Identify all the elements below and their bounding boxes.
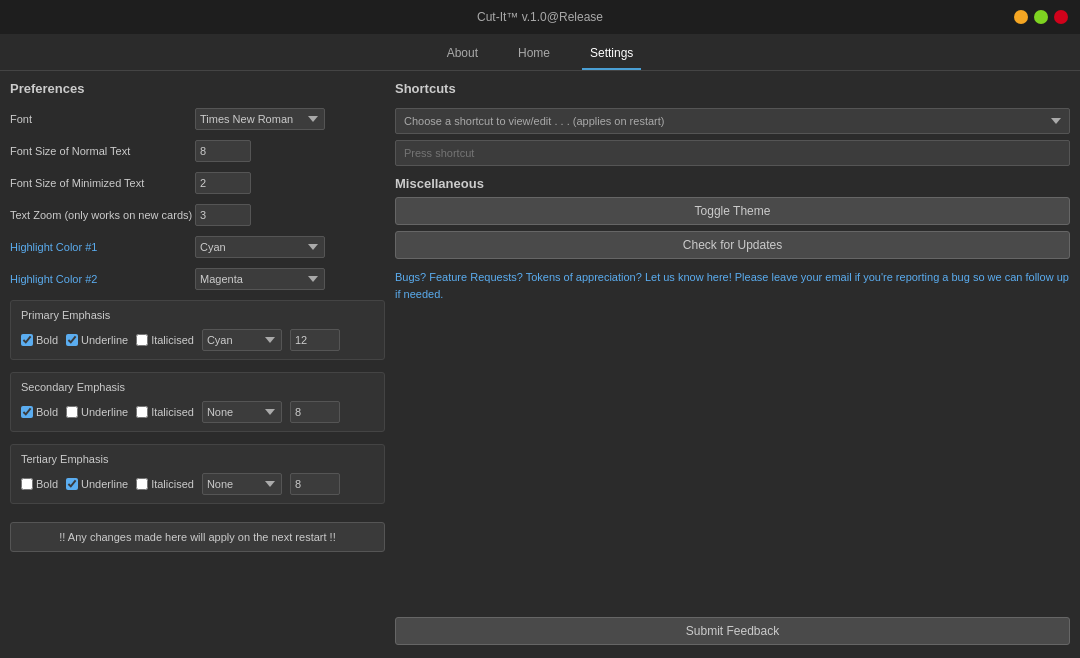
highlight-color-1-row: Highlight Color #1 Cyan Magenta Yellow R…	[10, 236, 385, 258]
primary-underline-label[interactable]: Underline	[66, 334, 128, 346]
secondary-bold-checkbox[interactable]	[21, 406, 33, 418]
text-zoom-label: Text Zoom (only works on new cards)	[10, 209, 195, 221]
highlight-color-1-label: Highlight Color #1	[10, 241, 195, 253]
tertiary-bold-checkbox[interactable]	[21, 478, 33, 490]
tertiary-size-input[interactable]	[290, 473, 340, 495]
tertiary-emphasis-title: Tertiary Emphasis	[21, 453, 374, 465]
tertiary-italicised-label[interactable]: Italicised	[136, 478, 194, 490]
shortcuts-title: Shortcuts	[395, 81, 1070, 96]
tab-about[interactable]: About	[439, 42, 486, 70]
secondary-size-input[interactable]	[290, 401, 340, 423]
highlight-color-2-label: Highlight Color #2	[10, 273, 195, 285]
close-button[interactable]	[1054, 10, 1068, 24]
tab-home[interactable]: Home	[510, 42, 558, 70]
navbar: About Home Settings	[0, 34, 1080, 71]
font-row: Font Times New Roman Arial Courier New G…	[10, 108, 385, 130]
font-size-normal-spinner	[195, 140, 251, 162]
feedback-text: Bugs? Feature Requests? Tokens of apprec…	[395, 265, 1070, 611]
secondary-emphasis-row: Bold Underline Italicised None Cyan Mage…	[21, 401, 374, 423]
text-zoom-row: Text Zoom (only works on new cards)	[10, 204, 385, 226]
primary-underline-checkbox[interactable]	[66, 334, 78, 346]
misc-title: Miscellaneous	[395, 176, 1070, 191]
secondary-emphasis-section: Secondary Emphasis Bold Underline Italic…	[10, 372, 385, 432]
font-label: Font	[10, 113, 195, 125]
primary-emphasis-title: Primary Emphasis	[21, 309, 374, 321]
highlight-color-2-select[interactable]: Cyan Magenta Yellow Red Green Blue None	[195, 268, 325, 290]
shortcut-select[interactable]: Choose a shortcut to view/edit . . . (ap…	[395, 108, 1070, 134]
secondary-bold-label[interactable]: Bold	[21, 406, 58, 418]
tertiary-emphasis-row: Bold Underline Italicised None Cyan Mage…	[21, 473, 374, 495]
preferences-panel: Preferences Font Times New Roman Arial C…	[10, 81, 385, 645]
app-title: Cut-It™ v.1.0@Release	[477, 10, 603, 24]
primary-italicised-label[interactable]: Italicised	[136, 334, 194, 346]
titlebar: Cut-It™ v.1.0@Release	[0, 0, 1080, 34]
restart-notice: !! Any changes made here will apply on t…	[10, 522, 385, 552]
tertiary-bold-label[interactable]: Bold	[21, 478, 58, 490]
check-updates-button[interactable]: Check for Updates	[395, 231, 1070, 259]
highlight-color-2-row: Highlight Color #2 Cyan Magenta Yellow R…	[10, 268, 385, 290]
secondary-underline-label[interactable]: Underline	[66, 406, 128, 418]
window-controls	[1014, 10, 1068, 24]
secondary-italicised-label[interactable]: Italicised	[136, 406, 194, 418]
maximize-button[interactable]	[1034, 10, 1048, 24]
font-size-minimized-spinner	[195, 172, 251, 194]
secondary-color-select[interactable]: None Cyan Magenta	[202, 401, 282, 423]
preferences-title: Preferences	[10, 81, 385, 96]
secondary-italicised-checkbox[interactable]	[136, 406, 148, 418]
secondary-underline-checkbox[interactable]	[66, 406, 78, 418]
font-size-minimized-label: Font Size of Minimized Text	[10, 177, 195, 189]
minimize-button[interactable]	[1014, 10, 1028, 24]
right-panel-inner: Shortcuts Choose a shortcut to view/edit…	[395, 81, 1070, 645]
shortcut-input[interactable]	[395, 140, 1070, 166]
font-size-normal-label: Font Size of Normal Text	[10, 145, 195, 157]
font-size-minimized-row: Font Size of Minimized Text	[10, 172, 385, 194]
main-content: Preferences Font Times New Roman Arial C…	[0, 71, 1080, 655]
tertiary-color-select[interactable]: None Cyan Magenta	[202, 473, 282, 495]
highlight-color-1-select[interactable]: Cyan Magenta Yellow Red Green Blue None	[195, 236, 325, 258]
right-panel: Shortcuts Choose a shortcut to view/edit…	[395, 81, 1070, 645]
text-zoom-spinner	[195, 204, 251, 226]
font-size-normal-row: Font Size of Normal Text	[10, 140, 385, 162]
primary-color-select[interactable]: Cyan Magenta Yellow None	[202, 329, 282, 351]
submit-feedback-button[interactable]: Submit Feedback	[395, 617, 1070, 645]
primary-italicised-checkbox[interactable]	[136, 334, 148, 346]
primary-emphasis-section: Primary Emphasis Bold Underline Italicis…	[10, 300, 385, 360]
tertiary-emphasis-section: Tertiary Emphasis Bold Underline Italici…	[10, 444, 385, 504]
tertiary-underline-label[interactable]: Underline	[66, 478, 128, 490]
tertiary-underline-checkbox[interactable]	[66, 478, 78, 490]
font-select[interactable]: Times New Roman Arial Courier New Georgi…	[195, 108, 325, 130]
font-size-normal-input[interactable]	[195, 140, 251, 162]
primary-bold-checkbox[interactable]	[21, 334, 33, 346]
primary-emphasis-row: Bold Underline Italicised Cyan Magenta Y…	[21, 329, 374, 351]
primary-bold-label[interactable]: Bold	[21, 334, 58, 346]
primary-size-input[interactable]	[290, 329, 340, 351]
font-size-minimized-input[interactable]	[195, 172, 251, 194]
tab-settings[interactable]: Settings	[582, 42, 641, 70]
secondary-emphasis-title: Secondary Emphasis	[21, 381, 374, 393]
text-zoom-input[interactable]	[195, 204, 251, 226]
toggle-theme-button[interactable]: Toggle Theme	[395, 197, 1070, 225]
tertiary-italicised-checkbox[interactable]	[136, 478, 148, 490]
shortcut-select-wrap: Choose a shortcut to view/edit . . . (ap…	[395, 108, 1070, 134]
